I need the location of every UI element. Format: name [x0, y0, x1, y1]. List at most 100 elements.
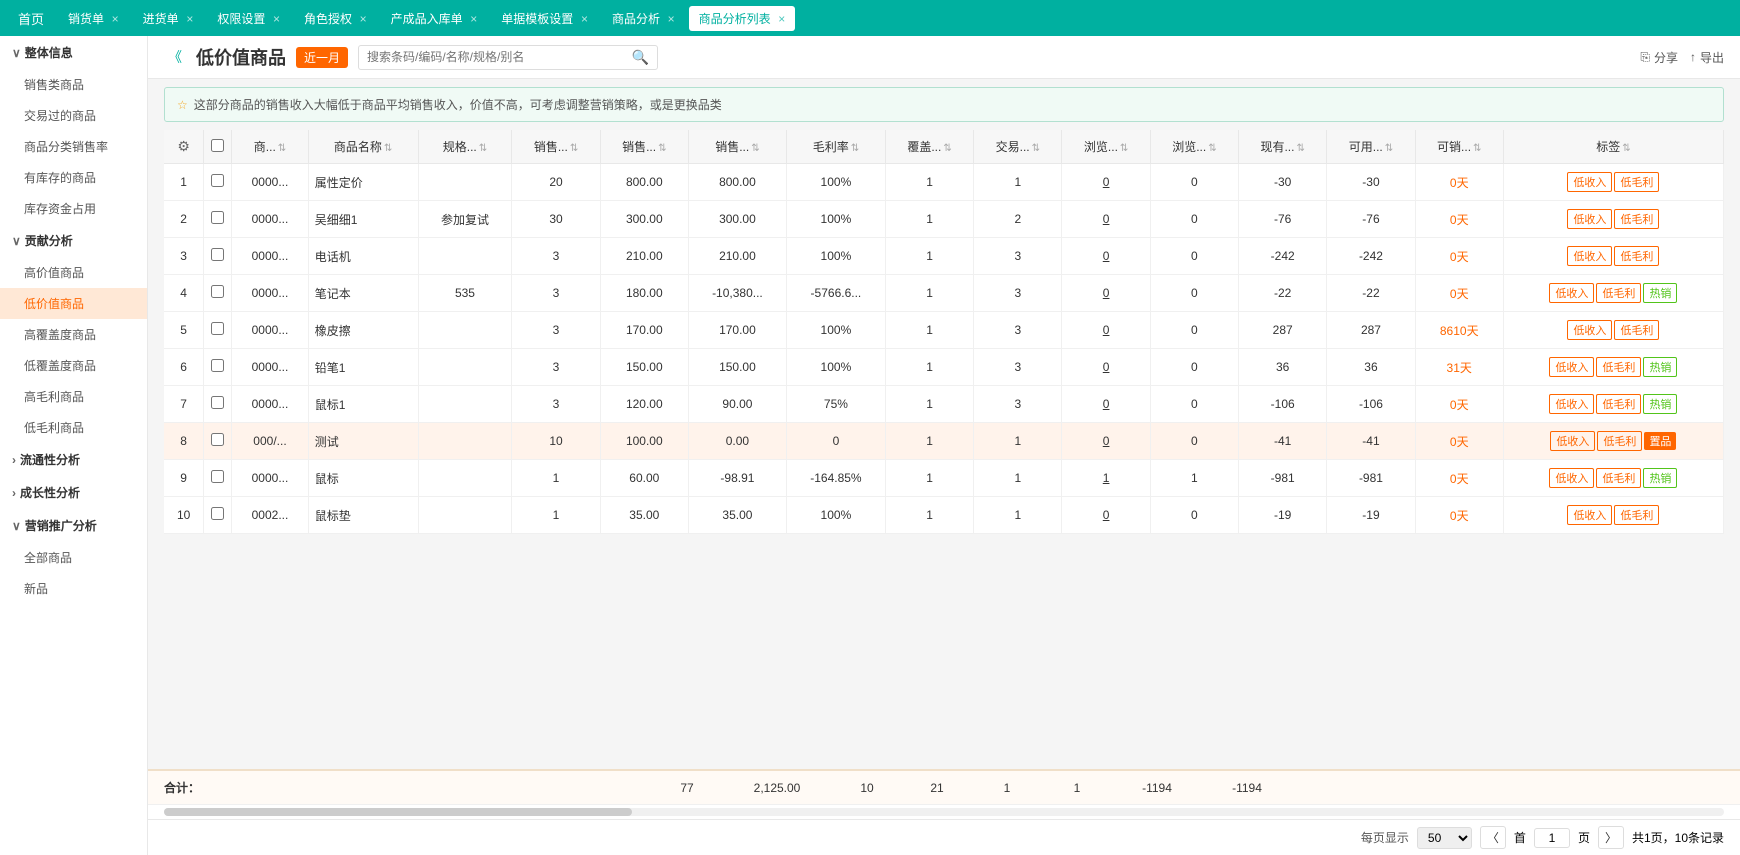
sidebar-item-traded-products[interactable]: 交易过的商品	[0, 100, 147, 131]
horizontal-scrollbar[interactable]	[164, 808, 1724, 816]
column-sale2[interactable]: 销售...⇅	[600, 130, 688, 164]
cell-checkbox[interactable]	[204, 460, 232, 497]
sidebar-item-category-sales[interactable]: 商品分类销售率	[0, 131, 147, 162]
column-tags[interactable]: 标签⇅	[1503, 130, 1723, 164]
column-name[interactable]: 商品名称⇅	[308, 130, 418, 164]
page-size-select[interactable]: 50 100 200	[1417, 827, 1472, 849]
cell-checkbox[interactable]	[204, 386, 232, 423]
cell-checkbox[interactable]	[204, 497, 232, 534]
next-page-btn[interactable]: 〉	[1598, 826, 1624, 849]
view-link[interactable]: 0	[1103, 212, 1110, 226]
cell-checkbox[interactable]	[204, 349, 232, 386]
nav-purchase[interactable]: 进货单 ×	[133, 6, 204, 31]
column-salable[interactable]: 可销...⇅	[1415, 130, 1503, 164]
sidebar-item-stocked-products[interactable]: 有库存的商品	[0, 162, 147, 193]
nav-roles[interactable]: 角色授权 ×	[294, 6, 377, 31]
view-link[interactable]: 0	[1103, 323, 1110, 337]
cell-view1[interactable]: 0	[1062, 423, 1150, 460]
page-number-input[interactable]	[1534, 828, 1570, 848]
close-icon[interactable]: ×	[581, 12, 588, 26]
sidebar-item-sales-products[interactable]: 销售类商品	[0, 69, 147, 100]
sidebar-item-low-margin[interactable]: 低毛利商品	[0, 412, 147, 443]
sidebar-group-overall[interactable]: ∨ 整体信息	[0, 36, 147, 69]
cell-view1[interactable]: 0	[1062, 164, 1150, 201]
close-icon[interactable]: ×	[360, 12, 367, 26]
sidebar-item-all-products[interactable]: 全部商品	[0, 542, 147, 573]
filter-tag-btn[interactable]: 近一月	[296, 47, 348, 68]
nav-product-analysis-list[interactable]: 商品分析列表 ×	[689, 6, 796, 31]
cell-view1[interactable]: 1	[1062, 460, 1150, 497]
row-checkbox[interactable]	[211, 248, 224, 261]
row-checkbox[interactable]	[211, 470, 224, 483]
view-link[interactable]: 0	[1103, 397, 1110, 411]
cell-view1[interactable]: 0	[1062, 201, 1150, 238]
row-checkbox[interactable]	[211, 433, 224, 446]
select-all-checkbox[interactable]	[211, 139, 224, 152]
sidebar-item-inventory-funds[interactable]: 库存资金占用	[0, 193, 147, 224]
sidebar-item-high-margin[interactable]: 高毛利商品	[0, 381, 147, 412]
row-checkbox[interactable]	[211, 507, 224, 520]
cell-checkbox[interactable]	[204, 164, 232, 201]
row-checkbox[interactable]	[211, 174, 224, 187]
row-checkbox[interactable]	[211, 285, 224, 298]
sidebar-group-contribution[interactable]: ∨ 贡献分析	[0, 224, 147, 257]
view-link[interactable]: 0	[1103, 249, 1110, 263]
row-checkbox[interactable]	[211, 211, 224, 224]
cell-checkbox[interactable]	[204, 423, 232, 460]
cell-checkbox[interactable]	[204, 275, 232, 312]
close-icon[interactable]: ×	[112, 12, 119, 26]
view-link[interactable]: 0	[1103, 286, 1110, 300]
cell-view1[interactable]: 0	[1062, 386, 1150, 423]
sidebar-group-marketing[interactable]: ∨ 营销推广分析	[0, 509, 147, 542]
sidebar-collapse-btn[interactable]: 《	[164, 47, 186, 67]
sidebar-item-high-coverage[interactable]: 高覆盖度商品	[0, 319, 147, 350]
search-input[interactable]	[367, 50, 628, 64]
column-code[interactable]: 商...⇅	[232, 130, 308, 164]
sidebar-item-low-value[interactable]: 低价值商品	[0, 288, 147, 319]
scrollbar-thumb[interactable]	[164, 808, 632, 816]
nav-inventory[interactable]: 产成品入库单 ×	[381, 6, 488, 31]
nav-template[interactable]: 单据模板设置 ×	[491, 6, 598, 31]
search-icon[interactable]: 🔍	[632, 49, 649, 66]
cell-view1[interactable]: 0	[1062, 312, 1150, 349]
share-button[interactable]: ⎘ 分享	[1640, 49, 1678, 66]
view-link[interactable]: 0	[1103, 175, 1110, 189]
nav-product-analysis[interactable]: 商品分析 ×	[602, 6, 685, 31]
view-link[interactable]: 0	[1103, 508, 1110, 522]
row-checkbox[interactable]	[211, 322, 224, 335]
row-checkbox[interactable]	[211, 396, 224, 409]
first-page-btn[interactable]: 〈	[1480, 826, 1506, 849]
cell-checkbox[interactable]	[204, 312, 232, 349]
cell-view1[interactable]: 0	[1062, 349, 1150, 386]
column-spec[interactable]: 规格...⇅	[418, 130, 512, 164]
sidebar-group-growth[interactable]: › 成长性分析	[0, 476, 147, 509]
column-trade[interactable]: 交易...⇅	[974, 130, 1062, 164]
column-stock[interactable]: 现有...⇅	[1239, 130, 1327, 164]
column-cover[interactable]: 覆盖...⇅	[885, 130, 973, 164]
column-view1[interactable]: 浏览...⇅	[1062, 130, 1150, 164]
gear-icon[interactable]: ⚙	[177, 138, 190, 154]
cell-checkbox[interactable]	[204, 238, 232, 275]
column-sale1[interactable]: 销售...⇅	[512, 130, 600, 164]
nav-home[interactable]: 首页	[8, 5, 54, 32]
column-margin[interactable]: 毛利率⇅	[786, 130, 885, 164]
sidebar-item-high-value[interactable]: 高价值商品	[0, 257, 147, 288]
sidebar-item-low-coverage[interactable]: 低覆盖度商品	[0, 350, 147, 381]
column-avail[interactable]: 可用...⇅	[1327, 130, 1415, 164]
close-icon[interactable]: ×	[778, 12, 785, 26]
column-gear[interactable]: ⚙	[164, 130, 204, 164]
cell-checkbox[interactable]	[204, 201, 232, 238]
close-icon[interactable]: ×	[668, 12, 675, 26]
nav-sales[interactable]: 销货单 ×	[58, 6, 129, 31]
view-link[interactable]: 0	[1103, 434, 1110, 448]
close-icon[interactable]: ×	[186, 12, 193, 26]
close-icon[interactable]: ×	[470, 12, 477, 26]
sidebar-group-circulation[interactable]: › 流通性分析	[0, 443, 147, 476]
cell-view1[interactable]: 0	[1062, 275, 1150, 312]
row-checkbox[interactable]	[211, 359, 224, 372]
cell-view1[interactable]: 0	[1062, 238, 1150, 275]
view-link[interactable]: 0	[1103, 360, 1110, 374]
column-sale3[interactable]: 销售...⇅	[688, 130, 786, 164]
cell-view1[interactable]: 0	[1062, 497, 1150, 534]
nav-permissions[interactable]: 权限设置 ×	[207, 6, 290, 31]
